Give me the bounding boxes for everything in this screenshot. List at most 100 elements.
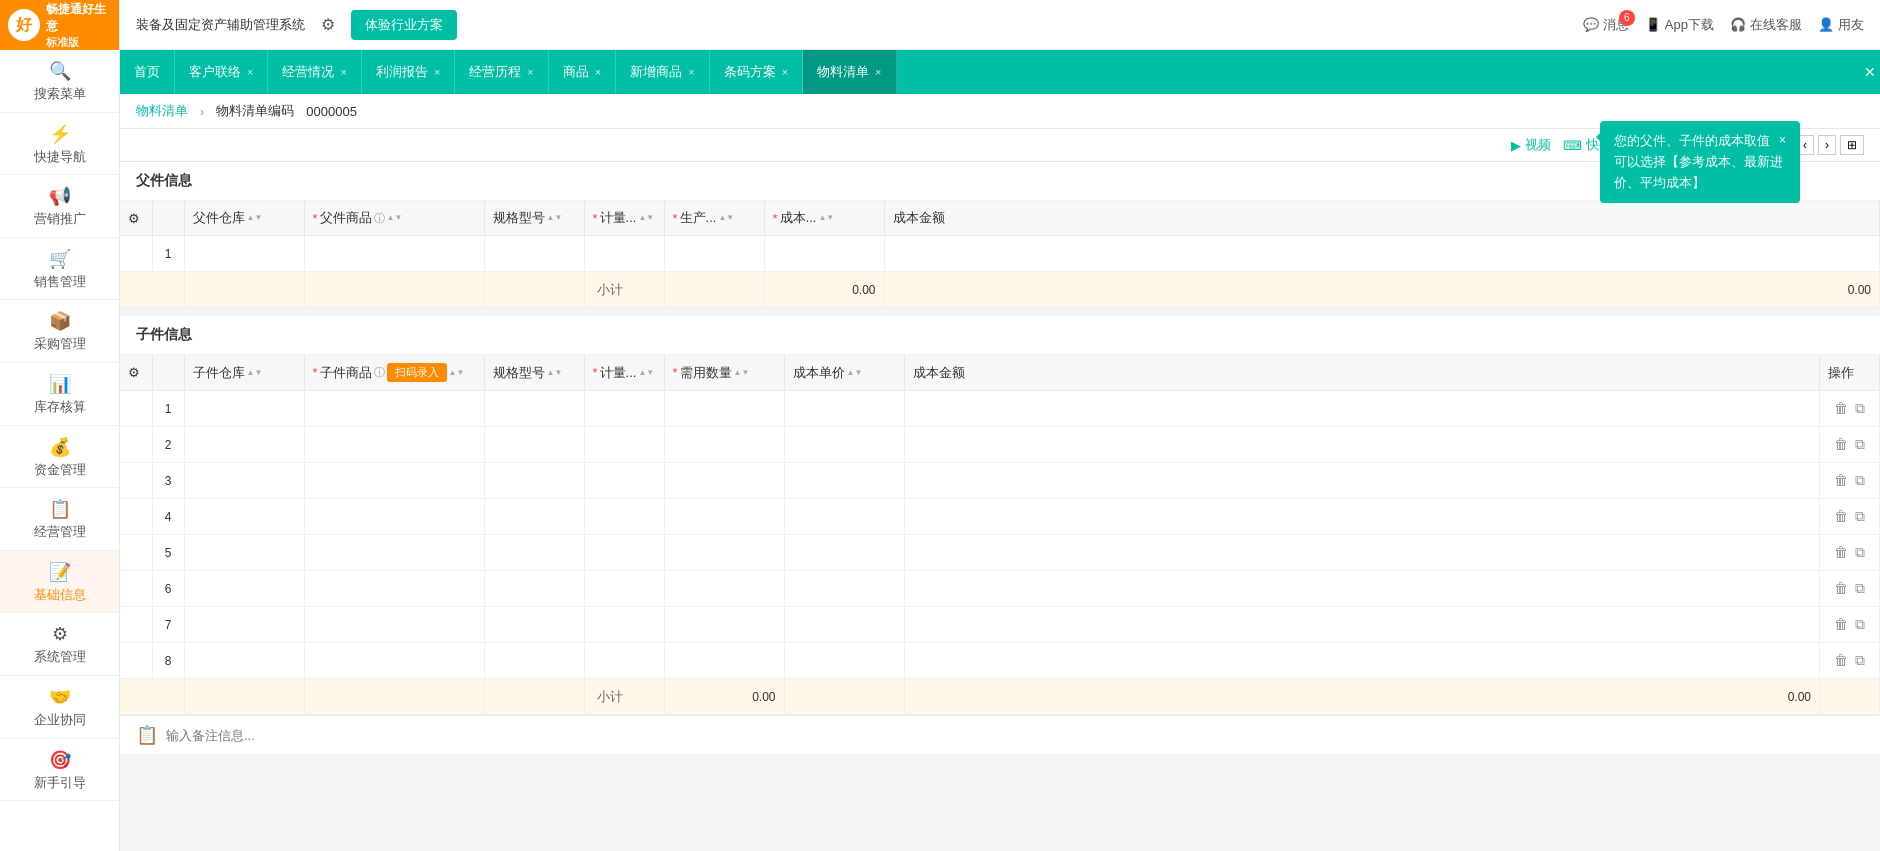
child-row6-warehouse[interactable] (184, 571, 304, 607)
parent-col-settings[interactable] (120, 201, 152, 236)
copy-icon-5[interactable]: ⧉ (1855, 544, 1865, 560)
copy-icon-1[interactable]: ⧉ (1855, 400, 1865, 416)
tooltip-close-button[interactable]: × (1779, 131, 1786, 150)
child-row5-qty[interactable] (664, 535, 784, 571)
child-row4-product[interactable] (304, 499, 484, 535)
sidebar-item-quicknav[interactable]: ⚡ 快捷导航 (0, 113, 119, 176)
child-row5-warehouse[interactable] (184, 535, 304, 571)
sidebar-item-operations[interactable]: 📋 经营管理 (0, 488, 119, 551)
child-row8-unit[interactable] (584, 643, 664, 679)
online-support-button[interactable]: 🎧 在线客服 (1730, 16, 1802, 34)
tab-barcode-close[interactable]: × (782, 66, 788, 78)
child-row6-unit[interactable] (584, 571, 664, 607)
tab-operations-close[interactable]: × (340, 66, 346, 78)
child-row3-spec[interactable] (484, 463, 584, 499)
expand-button[interactable]: ⊞ (1840, 135, 1864, 155)
child-row8-unitcost[interactable] (784, 643, 904, 679)
child-row1-unit[interactable] (584, 391, 664, 427)
view-button[interactable]: ▶ 视频 (1511, 136, 1551, 154)
copy-icon-4[interactable]: ⧉ (1855, 508, 1865, 524)
child-row4-unitcost[interactable] (784, 499, 904, 535)
sidebar-item-inventory[interactable]: 📊 库存核算 (0, 363, 119, 426)
child-row3-unitcost[interactable] (784, 463, 904, 499)
copy-icon-2[interactable]: ⧉ (1855, 436, 1865, 452)
copy-icon-3[interactable]: ⧉ (1855, 472, 1865, 488)
child-row3-warehouse[interactable] (184, 463, 304, 499)
next-button[interactable]: › (1818, 135, 1836, 155)
child-row7-qty[interactable] (664, 607, 784, 643)
child-row3-unit[interactable] (584, 463, 664, 499)
child-row1-spec[interactable] (484, 391, 584, 427)
user-button[interactable]: 👤 用友 (1818, 16, 1864, 34)
tab-addgoods[interactable]: 新增商品 × (616, 50, 709, 94)
delete-icon-1[interactable]: 🗑 (1834, 400, 1848, 416)
sidebar-item-finance[interactable]: 💰 资金管理 (0, 426, 119, 489)
parent-row1-cost[interactable] (764, 236, 884, 272)
child-row3-product[interactable] (304, 463, 484, 499)
child-row7-unitcost[interactable] (784, 607, 904, 643)
sidebar-item-sales[interactable]: 🛒 销售管理 (0, 238, 119, 301)
child-row6-unitcost[interactable] (784, 571, 904, 607)
child-row6-spec[interactable] (484, 571, 584, 607)
sidebar-item-collab[interactable]: 🤝 企业协同 (0, 676, 119, 739)
tab-bom[interactable]: 物料清单 × (803, 50, 896, 94)
child-row7-unit[interactable] (584, 607, 664, 643)
delete-icon-4[interactable]: 🗑 (1834, 508, 1848, 524)
breadcrumb-bom[interactable]: 物料清单 (136, 102, 188, 120)
delete-icon-5[interactable]: 🗑 (1834, 544, 1848, 560)
parent-row1-spec[interactable] (484, 236, 584, 272)
child-row4-spec[interactable] (484, 499, 584, 535)
parent-row1-prod[interactable] (664, 236, 764, 272)
child-row4-qty[interactable] (664, 499, 784, 535)
child-row8-warehouse[interactable] (184, 643, 304, 679)
child-row2-spec[interactable] (484, 427, 584, 463)
tab-bom-close[interactable]: × (875, 66, 881, 78)
child-row2-unitcost[interactable] (784, 427, 904, 463)
parent-row1-product[interactable] (304, 236, 484, 272)
sidebar-item-guide[interactable]: 🎯 新手引导 (0, 739, 119, 802)
tab-history-close[interactable]: × (527, 66, 533, 78)
child-row7-product[interactable] (304, 607, 484, 643)
child-row1-product[interactable] (304, 391, 484, 427)
tab-customer[interactable]: 客户联络 × (175, 50, 268, 94)
tab-goods-close[interactable]: × (595, 66, 601, 78)
sidebar-item-system[interactable]: ⚙ 系统管理 (0, 613, 119, 676)
copy-icon-8[interactable]: ⧉ (1855, 652, 1865, 668)
note-input[interactable] (166, 728, 1864, 743)
child-row2-unit[interactable] (584, 427, 664, 463)
child-col-settings[interactable] (120, 355, 152, 391)
sidebar-item-search[interactable]: 🔍 搜索菜单 (0, 50, 119, 113)
tab-history[interactable]: 经营历程 × (455, 50, 548, 94)
delete-icon-2[interactable]: 🗑 (1834, 436, 1848, 452)
child-row2-product[interactable] (304, 427, 484, 463)
delete-icon-7[interactable]: 🗑 (1834, 616, 1848, 632)
scan-button[interactable]: 扫码录入 (387, 363, 447, 382)
child-row1-warehouse[interactable] (184, 391, 304, 427)
tab-operations[interactable]: 经营情况 × (268, 50, 361, 94)
sidebar-item-marketing[interactable]: 📢 营销推广 (0, 175, 119, 238)
tab-goods[interactable]: 商品 × (549, 50, 616, 94)
close-all-button[interactable]: ✕ (1860, 60, 1880, 84)
child-row8-spec[interactable] (484, 643, 584, 679)
child-row1-unitcost[interactable] (784, 391, 904, 427)
delete-icon-8[interactable]: 🗑 (1834, 652, 1848, 668)
sidebar-item-purchase[interactable]: 📦 采购管理 (0, 300, 119, 363)
child-row2-warehouse[interactable] (184, 427, 304, 463)
copy-icon-7[interactable]: ⧉ (1855, 616, 1865, 632)
child-row7-warehouse[interactable] (184, 607, 304, 643)
child-row8-qty[interactable] (664, 643, 784, 679)
parent-warehouse-input[interactable] (193, 246, 296, 261)
child-row3-qty[interactable] (664, 463, 784, 499)
child-row6-qty[interactable] (664, 571, 784, 607)
delete-icon-6[interactable]: 🗑 (1834, 580, 1848, 596)
tab-customer-close[interactable]: × (247, 66, 253, 78)
child-row8-product[interactable] (304, 643, 484, 679)
parent-row1-unit[interactable] (584, 236, 664, 272)
gear-icon[interactable]: ⚙ (321, 15, 335, 34)
delete-icon-3[interactable]: 🗑 (1834, 472, 1848, 488)
sidebar-item-basic[interactable]: 📝 基础信息 (0, 551, 119, 614)
trial-button[interactable]: 体验行业方案 (351, 10, 457, 40)
tab-barcode[interactable]: 条码方案 × (710, 50, 803, 94)
child-row5-product[interactable] (304, 535, 484, 571)
message-button[interactable]: 💬 消息 6 (1583, 16, 1629, 34)
